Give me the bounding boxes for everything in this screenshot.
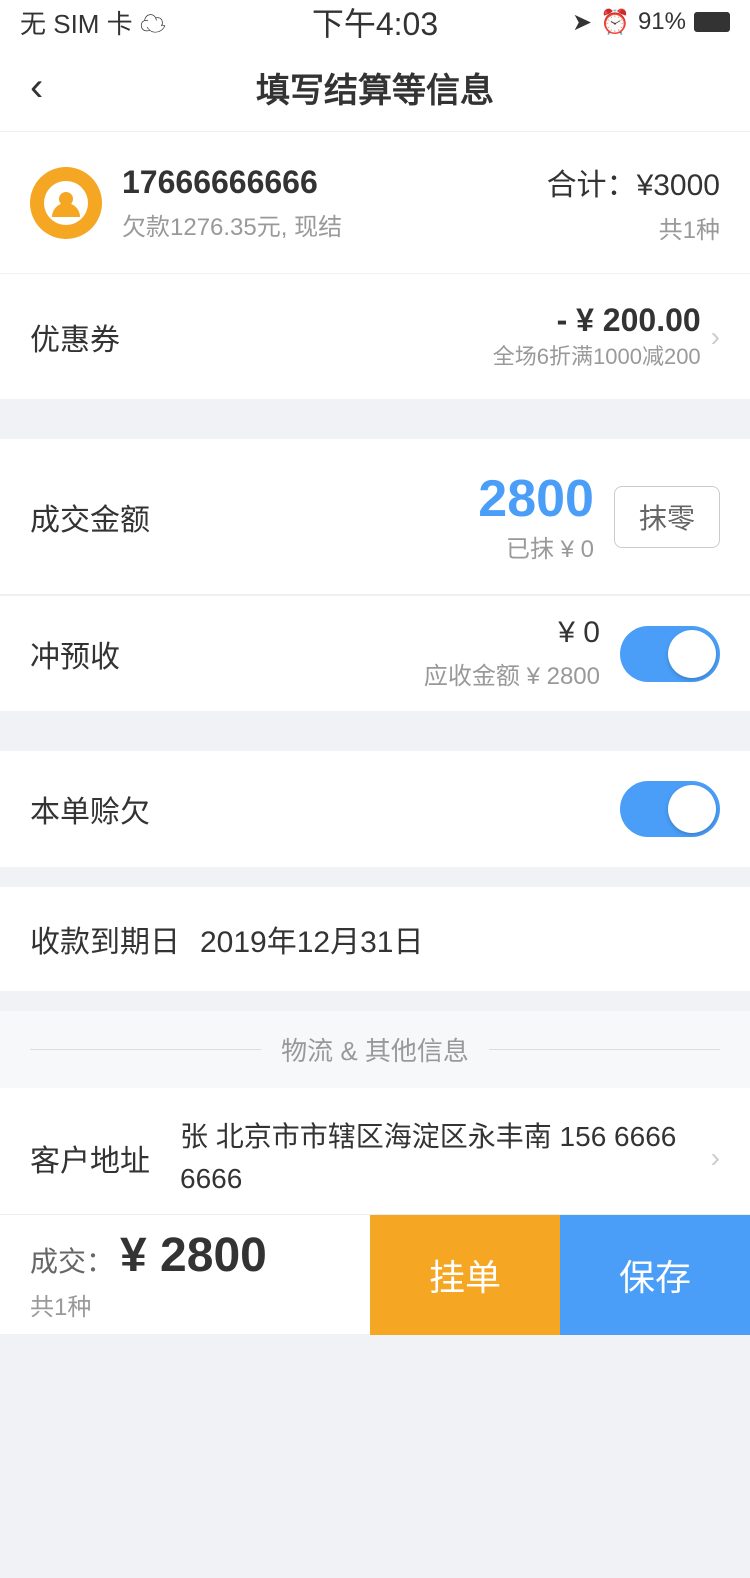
deal-sub: 已抹 ¥ 0 <box>478 529 594 564</box>
total-amount: 合计：¥3000 <box>547 160 720 204</box>
deal-value-area: 2800 已抹 ¥ 0 抹零 <box>478 469 720 564</box>
coupon-desc: 全场6折满1000减200 <box>493 339 701 371</box>
deal-label: 成交金额 <box>30 495 150 539</box>
bottom-deal-label: 成交： <box>30 1240 114 1280</box>
bottom-amount: ¥ 2800 <box>120 1228 267 1283</box>
address-chevron-icon: › <box>711 1142 720 1174</box>
divider-1 <box>0 419 750 439</box>
sheqian-toggle-knob <box>668 785 716 833</box>
alarm-icon: ⏰ <box>600 8 630 37</box>
customer-sub: 欠款1276.35元, 现结 <box>122 207 547 242</box>
address-value: 张 北京市市辖区海淀区永丰南 156 6666 6666 <box>180 1116 701 1200</box>
deal-section: 成交金额 2800 已抹 ¥ 0 抹零 冲预收 ¥ 0 应收金额 ¥ 2800 <box>0 439 750 711</box>
status-time: 下午4:03 <box>312 0 438 45</box>
location-icon: ➤ <box>572 8 592 37</box>
coupon-right: - ¥ 200.00 全场6折满1000减200 › <box>493 302 720 371</box>
customer-info: 17666666666 欠款1276.35元, 现结 <box>122 164 547 242</box>
nav-bar: ‹ 填写结算等信息 <box>0 44 750 132</box>
customer-row: 17666666666 欠款1276.35元, 现结 合计：¥3000 共1种 <box>0 132 750 273</box>
divider-2 <box>0 731 750 751</box>
toggle-knob <box>668 630 716 678</box>
page-title: 填写结算等信息 <box>256 63 494 112</box>
bottom-left: 成交： ¥ 2800 共1种 <box>0 1228 370 1322</box>
bottom-bar: 成交： ¥ 2800 共1种 挂单 保存 <box>0 1214 750 1334</box>
avatar-icon <box>44 181 88 225</box>
save-button[interactable]: 保存 <box>560 1215 750 1335</box>
chong-row-container: 冲预收 ¥ 0 应收金额 ¥ 2800 <box>0 595 750 711</box>
sep-line-right <box>489 1049 720 1050</box>
back-button[interactable]: ‹ <box>30 65 43 110</box>
sheqian-label: 本单赊欠 <box>30 787 150 831</box>
bottom-count: 共1种 <box>30 1287 340 1322</box>
coupon-amount: - ¥ 200.00 <box>557 302 701 339</box>
deal-amount-row: 成交金额 2800 已抹 ¥ 0 抹零 <box>0 439 750 595</box>
chong-amount: ¥ 0 <box>558 616 600 650</box>
chong-label: 冲预收 <box>30 632 424 676</box>
chong-toggle[interactable] <box>620 626 720 682</box>
address-label: 客户地址 <box>30 1136 150 1180</box>
sheqian-toggle[interactable] <box>620 781 720 837</box>
hang-button[interactable]: 挂单 <box>370 1215 560 1335</box>
chong-row: 冲预收 ¥ 0 应收金额 ¥ 2800 <box>0 596 750 711</box>
address-section: 客户地址 张 北京市市辖区海淀区永丰南 156 6666 6666 › <box>0 1088 750 1228</box>
date-label: 收款到期日 <box>30 917 180 961</box>
customer-total: 合计：¥3000 共1种 <box>547 160 720 245</box>
date-section: 收款到期日 2019年12月31日 <box>0 887 750 991</box>
battery-label: 91% <box>638 8 686 36</box>
sheqian-section: 本单赊欠 <box>0 751 750 867</box>
date-row: 收款到期日 2019年12月31日 <box>0 887 750 991</box>
date-value: 2019年12月31日 <box>200 917 423 961</box>
status-left: 无 SIM 卡 ☁ <box>20 4 166 41</box>
avatar <box>30 167 102 239</box>
status-right: ➤ ⏰ 91% <box>572 8 730 37</box>
logistics-label: 物流 & 其他信息 <box>261 1031 489 1068</box>
battery-icon <box>694 12 730 32</box>
chong-sub: 应收金额 ¥ 2800 <box>424 656 600 691</box>
chong-right: ¥ 0 应收金额 ¥ 2800 <box>424 616 600 691</box>
coupon-label: 优惠券 <box>30 315 120 359</box>
logistics-separator: 物流 & 其他信息 <box>0 1011 750 1088</box>
customer-section: 17666666666 欠款1276.35元, 现结 合计：¥3000 共1种 … <box>0 132 750 399</box>
sep-line-left <box>30 1049 261 1050</box>
status-bar: 无 SIM 卡 ☁ 下午4:03 ➤ ⏰ 91% <box>0 0 750 44</box>
customer-phone: 17666666666 <box>122 164 547 201</box>
coupon-row[interactable]: 优惠券 - ¥ 200.00 全场6折满1000减200 › <box>0 273 750 399</box>
chevron-right-icon: › <box>711 321 720 353</box>
address-row[interactable]: 客户地址 张 北京市市辖区海淀区永丰南 156 6666 6666 › <box>0 1088 750 1228</box>
deal-amount: 2800 <box>478 469 594 529</box>
sheqian-row: 本单赊欠 <box>0 751 750 867</box>
sim-label: 无 SIM 卡 ☁ <box>20 4 166 41</box>
round-button[interactable]: 抹零 <box>614 486 720 548</box>
total-count: 共1种 <box>547 210 720 245</box>
